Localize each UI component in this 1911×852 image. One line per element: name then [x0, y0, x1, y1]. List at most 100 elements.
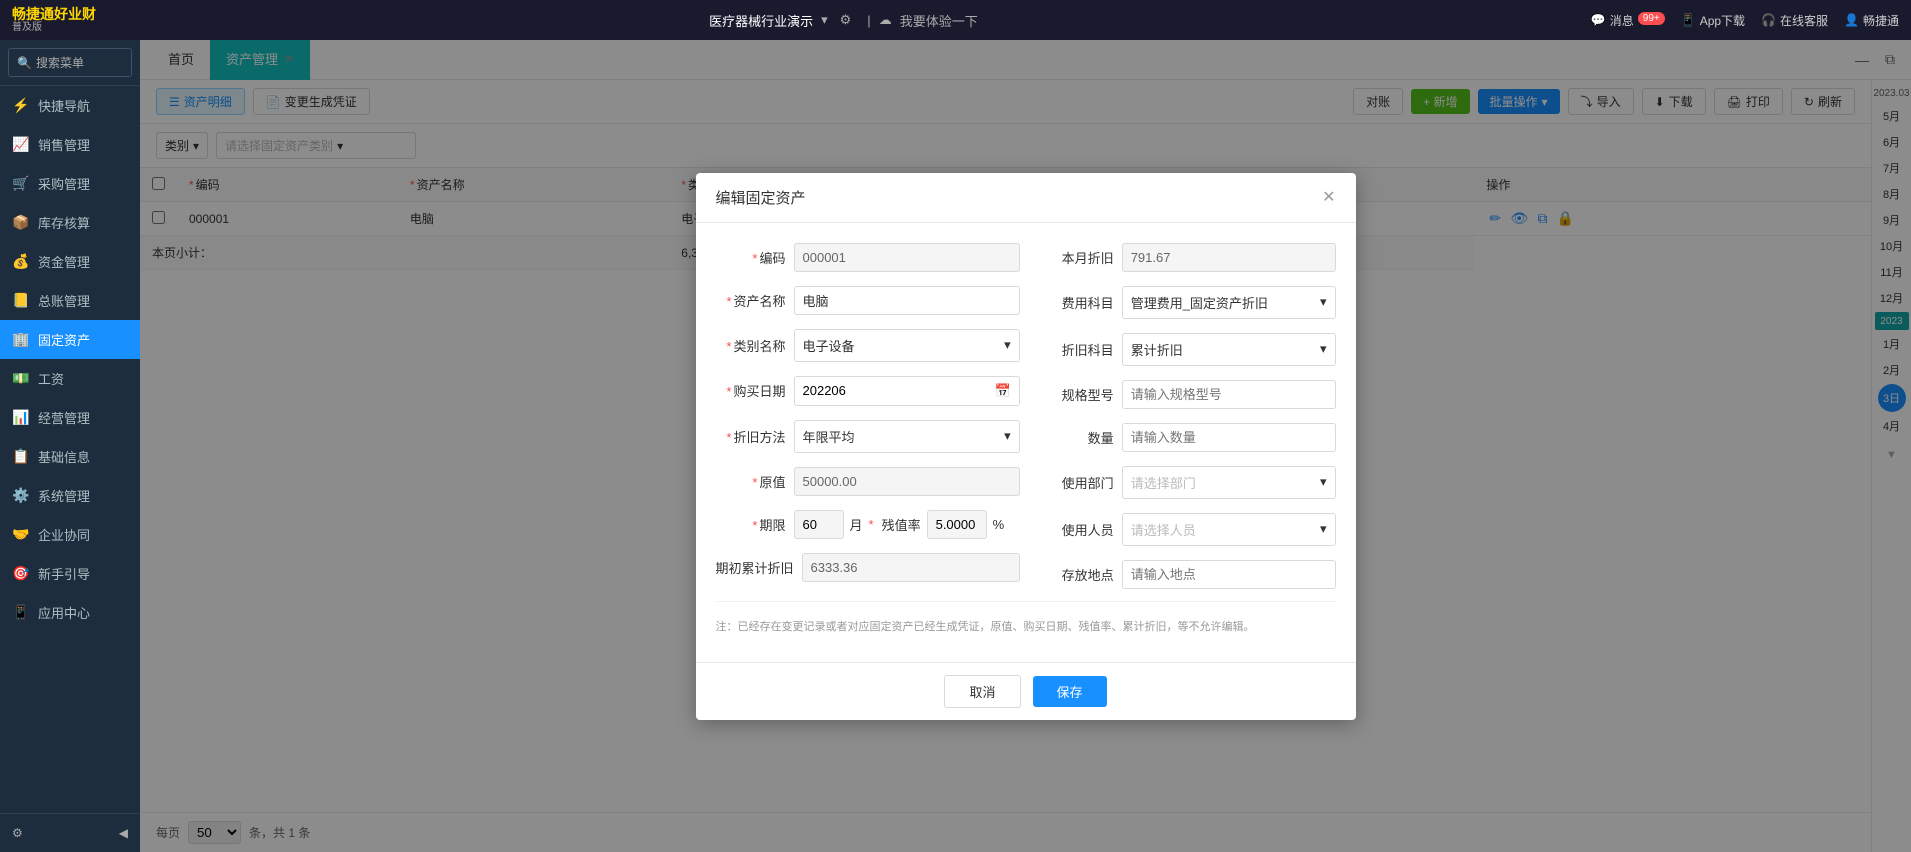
storage-label: 存放地点 — [1044, 565, 1114, 584]
modal-header: 编辑固定资产 ✕ — [696, 173, 1356, 223]
sidebar-item-quick-nav[interactable]: ⚡ 快捷导航 — [0, 86, 140, 125]
app-logo: 畅捷通好业财 普及版 — [12, 6, 96, 35]
sidebar-item-inventory[interactable]: 📦 库存核算 — [0, 203, 140, 242]
collapse-sidebar-btn[interactable]: ◀ — [115, 822, 132, 844]
expense-subject-label: 费用科目 — [1044, 293, 1114, 312]
message-item[interactable]: 💬 消息 99+ — [1591, 12, 1665, 29]
quantity-label: 数量 — [1044, 428, 1114, 447]
sidebar-item-label: 应用中心 — [38, 603, 90, 622]
sidebar-item-sales[interactable]: 📈 销售管理 — [0, 125, 140, 164]
form-row-purchase-date: *购买日期 📅 — [716, 376, 1020, 406]
sidebar-item-label: 总账管理 — [38, 291, 90, 310]
form-row-storage: 存放地点 — [1044, 560, 1336, 589]
online-service-item[interactable]: 🎧 在线客服 — [1761, 12, 1828, 29]
quantity-input[interactable] — [1122, 423, 1336, 452]
chevron-down-icon: ▾ — [1320, 474, 1327, 490]
settings-icon[interactable]: ⚙ — [840, 12, 852, 28]
top-bar-right: 💬 消息 99+ 📱 App下载 🎧 在线客服 👤 畅捷通 — [1591, 12, 1899, 29]
department-select[interactable]: 请选择部门 ▾ — [1122, 466, 1336, 499]
edit-asset-modal: 编辑固定资产 ✕ *编码 — [696, 173, 1356, 720]
top-bar: 畅捷通好业财 普及版 医疗器械行业演示 ▾ ⚙ | ☁ 我要体验一下 💬 消息 … — [0, 0, 1911, 40]
calendar-icon[interactable]: 📅 — [987, 377, 1019, 405]
sidebar-item-purchase[interactable]: 🛒 采购管理 — [0, 164, 140, 203]
purchase-date-label: *购买日期 — [716, 381, 786, 400]
personnel-select[interactable]: 请选择人员 ▾ — [1122, 513, 1336, 546]
save-button[interactable]: 保存 — [1033, 676, 1107, 707]
sidebar-item-ledger[interactable]: 📒 总账管理 — [0, 281, 140, 320]
operations-icon: 📊 — [12, 409, 30, 427]
chevron-down-icon: ▾ — [1320, 294, 1327, 310]
form-row-expense-subject: 费用科目 管理费用_固定资产折旧 ▾ — [1044, 286, 1336, 319]
sidebar-item-fixed-assets[interactable]: 🏢 固定资产 — [0, 320, 140, 359]
form-row-personnel: 使用人员 请选择人员 ▾ — [1044, 513, 1336, 546]
sidebar-bottom: ⚙ ◀ — [0, 813, 140, 852]
sidebar-item-label: 企业协同 — [38, 525, 90, 544]
sidebar-item-label: 工资 — [38, 369, 64, 388]
sidebar-item-enterprise[interactable]: 🤝 企业协同 — [0, 515, 140, 554]
user-icon: 👤 — [1844, 13, 1859, 27]
sidebar: 🔍 搜索菜单 ⚡ 快捷导航 📈 销售管理 🛒 采购管理 📦 — [0, 40, 140, 852]
headset-icon: 🎧 — [1761, 13, 1776, 27]
sidebar-item-label: 快捷导航 — [38, 96, 90, 115]
enterprise-icon: 🤝 — [12, 526, 30, 544]
app-download-item[interactable]: 📱 App下载 — [1681, 12, 1745, 29]
initial-depreciation-input[interactable] — [802, 553, 1020, 582]
settings-bottom-btn[interactable]: ⚙ — [8, 822, 27, 844]
user-item[interactable]: 👤 畅捷通 — [1844, 12, 1899, 29]
content-area: 首页 资产管理 ✕ — ⧉ ☰ 资产明细 — [140, 40, 1911, 852]
sidebar-item-finance[interactable]: 💰 资金管理 — [0, 242, 140, 281]
original-value-label: *原值 — [716, 472, 786, 491]
original-value-input[interactable] — [794, 467, 1020, 496]
sidebar-item-operations[interactable]: 📊 经营管理 — [0, 398, 140, 437]
form-row-asset-name: *资产名称 — [716, 286, 1020, 315]
app-container: 畅捷通好业财 普及版 医疗器械行业演示 ▾ ⚙ | ☁ 我要体验一下 💬 消息 … — [0, 0, 1911, 852]
spec-model-label: 规格型号 — [1044, 385, 1114, 404]
sidebar-search-button[interactable]: 🔍 搜索菜单 — [8, 48, 132, 77]
depreciation-subject-label: 折旧科目 — [1044, 340, 1114, 359]
form-right-col: 本月折旧 费用科目 管理费用 — [1044, 243, 1336, 593]
depreciation-subject-select[interactable]: 累计折旧 ▾ — [1122, 333, 1336, 366]
cancel-button[interactable]: 取消 — [944, 675, 1020, 708]
app-center-icon: 📱 — [12, 604, 30, 622]
category-select[interactable]: 电子设备 ▾ — [794, 329, 1020, 362]
purchase-date-field: 📅 — [794, 376, 1020, 406]
form-row-code: *编码 — [716, 243, 1020, 272]
period-unit: 月 — [850, 515, 863, 534]
form-row-depreciation-subject: 折旧科目 累计折旧 ▾ — [1044, 333, 1336, 366]
form-row-category: *类别名称 电子设备 ▾ — [716, 329, 1020, 362]
asset-name-input[interactable] — [794, 286, 1020, 315]
modal-close-btn[interactable]: ✕ — [1322, 187, 1335, 207]
sidebar-item-label: 基础信息 — [38, 447, 90, 466]
app-download-label: App下载 — [1700, 12, 1745, 29]
top-bar-left: 畅捷通好业财 普及版 — [12, 6, 96, 35]
quick-nav-icon: ⚡ — [12, 97, 30, 115]
depreciation-method-select[interactable]: 年限平均 ▾ — [794, 420, 1020, 453]
experience-btn[interactable]: 我要体验一下 — [900, 11, 978, 30]
modal-title: 编辑固定资产 — [716, 187, 806, 208]
period-input[interactable] — [794, 510, 844, 539]
fixed-assets-icon: 🏢 — [12, 331, 30, 349]
sidebar-nav: ⚡ 快捷导航 📈 销售管理 🛒 采购管理 📦 库存核算 💰 资金管理 — [0, 86, 140, 813]
sidebar-item-app-center[interactable]: 📱 应用中心 — [0, 593, 140, 632]
sidebar-item-system[interactable]: ⚙️ 系统管理 — [0, 476, 140, 515]
residual-rate-input[interactable] — [927, 510, 987, 539]
sidebar-item-payroll[interactable]: 💵 工资 — [0, 359, 140, 398]
spec-model-input[interactable] — [1122, 380, 1336, 409]
code-input[interactable] — [794, 243, 1020, 272]
modal-overlay: 编辑固定资产 ✕ *编码 — [140, 40, 1911, 852]
residual-rate-unit: % — [993, 517, 1005, 532]
sidebar-item-base-info[interactable]: 📋 基础信息 — [0, 437, 140, 476]
search-icon: 🔍 — [17, 56, 32, 70]
form-row-monthly-depr: 本月折旧 — [1044, 243, 1336, 272]
dropdown-icon[interactable]: ▾ — [821, 12, 828, 28]
chevron-down-icon: ▾ — [1320, 341, 1327, 357]
sidebar-item-label: 固定资产 — [38, 330, 90, 349]
company-name: 医疗器械行业演示 — [709, 11, 813, 30]
expense-subject-select[interactable]: 管理费用_固定资产折旧 ▾ — [1122, 286, 1336, 319]
form-grid: *编码 *资产名称 — [716, 243, 1336, 593]
initial-depreciation-label: 期初累计折旧 — [716, 558, 794, 577]
sidebar-item-guide[interactable]: 🎯 新手引导 — [0, 554, 140, 593]
storage-input[interactable] — [1122, 560, 1336, 589]
purchase-date-input[interactable] — [795, 377, 987, 404]
cloud-icon: ☁ — [879, 12, 892, 28]
